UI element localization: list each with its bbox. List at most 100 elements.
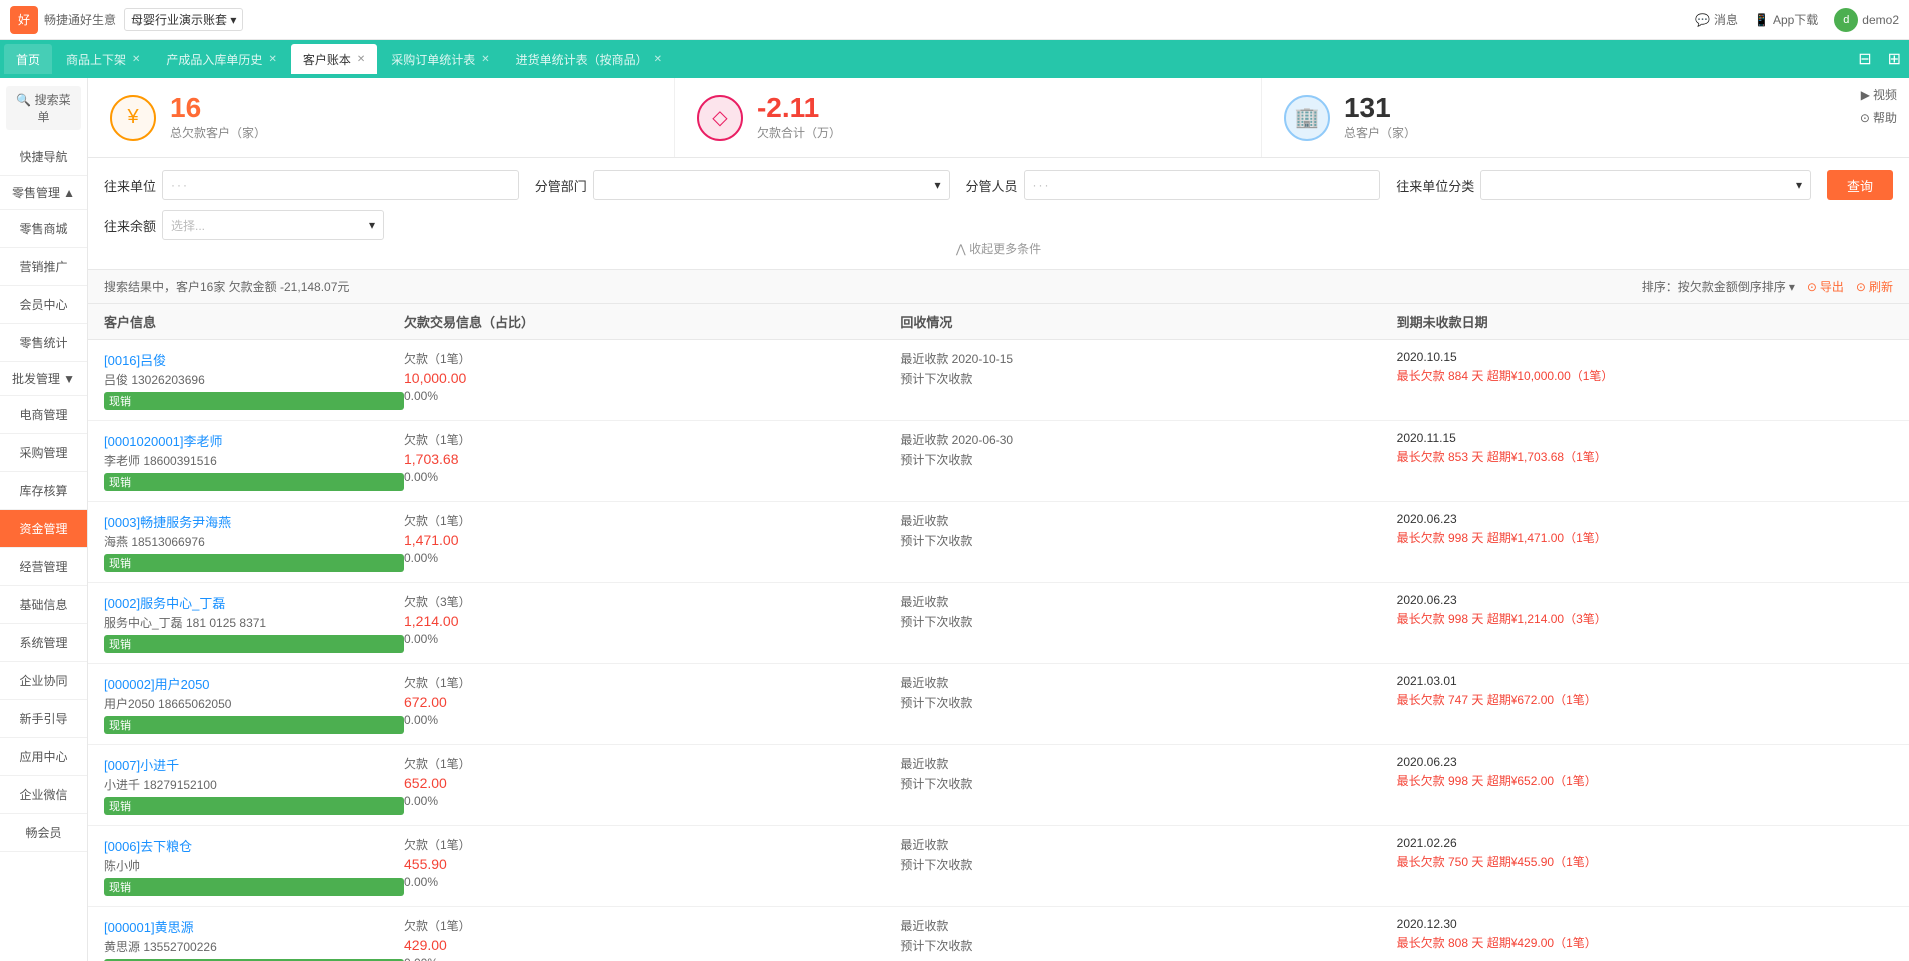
tab-product[interactable]: 商品上下架 ✕ [54,44,152,74]
filter-category-select[interactable]: ▾ [1480,170,1811,200]
filter-dept-label: 分管部门 [535,176,587,195]
sidebar-item-guide[interactable]: 新手引导 [0,700,87,738]
customer-name-7[interactable]: [000001]黄思源 [104,917,404,936]
sort-btn[interactable]: 排序：按欠款金额倒序排序 ▾ [1642,278,1795,295]
collapse-row: ⋀ 收起更多条件 [104,240,1893,257]
logo-area: 好 畅捷通好生意 [10,6,116,34]
message-btn[interactable]: 💬 消息 [1695,11,1738,28]
sidebar-item-marketing[interactable]: 营销推广 [0,248,87,286]
collapse-btn[interactable]: ⋀ 收起更多条件 [956,240,1041,257]
col-header-due: 到期未收款日期 [1397,312,1893,331]
sort-icon: ▾ [1789,280,1795,294]
overdue-link-7[interactable]: 超期¥429.00（1笔） [1487,936,1597,950]
refresh-btn[interactable]: ⊙ 刷新 [1856,278,1893,295]
sidebar-item-purchase[interactable]: 采购管理 [0,434,87,472]
overdue-link-4[interactable]: 超期¥672.00（1笔） [1487,693,1597,707]
overdue-link-5[interactable]: 超期¥652.00（1笔） [1487,774,1597,788]
sidebar-item-wholesale-mgmt[interactable]: 批发管理 ▼ [0,362,87,396]
sidebar: 🔍 搜索菜单 快捷导航 零售管理 ▲ 零售商城 营销推广 会员中心 零售统计 批… [0,78,88,961]
customer-info-4: [000002]用户2050 用户2050 18665062050 现销 [104,674,404,734]
dropdown-icon-2: ▾ [1796,178,1802,192]
filter-unit-label: 往来单位 [104,176,156,195]
tab-home[interactable]: 首页 [4,44,52,74]
filter-person-input[interactable]: ··· [1024,170,1381,200]
customer-tag-5: 现销 [104,797,404,815]
customer-name-3[interactable]: [0002]服务中心_丁磊 [104,593,404,612]
sidebar-item-retail-mall[interactable]: 零售商城 [0,210,87,248]
filter-balance-select[interactable]: 选择... ▾ [162,210,384,240]
overdue-link-6[interactable]: 超期¥455.90（1笔） [1487,855,1597,869]
filter-field-category: 往来单位分类 ▾ [1396,170,1811,200]
overdue-link-2[interactable]: 超期¥1,471.00（1笔） [1487,531,1607,545]
sidebar-item-wechat[interactable]: 企业微信 [0,776,87,814]
user-profile[interactable]: d demo2 [1834,8,1899,32]
close-tab-incoming[interactable]: ✕ [654,54,662,65]
filter-field-dept: 分管部门 ▾ [535,170,950,200]
filter-dept-select[interactable]: ▾ [593,170,950,200]
customer-name-1[interactable]: [0001020001]李老师 [104,431,404,450]
content-area: ¥ 16 总欠款客户（家） ◇ -2.11 欠款合计（万） 🏢 [88,78,1909,961]
stat-text-total-customers: 131 总客户（家） [1344,94,1416,141]
close-tab-product[interactable]: ✕ [132,54,140,65]
total-customers-number: 131 [1344,94,1416,122]
phone-icon: 📱 [1754,13,1769,27]
filter-field-balance: 往来余额 选择... ▾ [104,210,384,240]
customer-phone-5: 小进千 18279152100 [104,776,404,793]
due-info-0: 2020.10.15 最长欠款 884 天 超期¥10,000.00（1笔） [1397,350,1893,384]
sidebar-item-finance[interactable]: 资金管理 [0,510,87,548]
top-bar: 好 畅捷通好生意 母婴行业演示账套 ▾ 💬 消息 📱 App下载 d demo2 [0,0,1909,40]
stat-item-debt-total: ◇ -2.11 欠款合计（万） [675,78,1262,157]
overdue-link-0[interactable]: 超期¥10,000.00（1笔） [1487,369,1614,383]
filter-person-label: 分管人员 [966,176,1018,195]
nav-maximize-btn[interactable]: ⊞ [1884,45,1905,73]
table-row: [0016]吕俊 吕俊 13026203696 现销 欠款（1笔） 10,000… [88,340,1909,421]
sidebar-item-inventory[interactable]: 库存核算 [0,472,87,510]
close-tab-warehouse[interactable]: ✕ [268,54,276,65]
customer-name-6[interactable]: [0006]去下粮仓 [104,836,404,855]
sidebar-item-quick-nav[interactable]: 快捷导航 [0,138,87,176]
view-video-btn[interactable]: ▶ 视频 [1861,86,1897,103]
debt-info-0: 欠款（1笔） 10,000.00 0.00% [404,350,900,403]
debt-info-3: 欠款（3笔） 1,214.00 0.00% [404,593,900,646]
nav-tabs: 首页 商品上下架 ✕ 产成品入库单历史 ✕ 客户账本 ✕ 采购订单统计表 ✕ 进… [0,40,1909,78]
debt-info-1: 欠款（1笔） 1,703.68 0.00% [404,431,900,484]
close-tab-purchase[interactable]: ✕ [481,54,489,65]
sidebar-item-vip[interactable]: 畅会员 [0,814,87,852]
debt-info-7: 欠款（1笔） 429.00 0.00% [404,917,900,961]
total-customers-label: 总客户（家） [1344,124,1416,141]
overdue-link-1[interactable]: 超期¥1,703.68（1笔） [1487,450,1607,464]
customer-phone-0: 吕俊 13026203696 [104,371,404,388]
sidebar-item-system[interactable]: 系统管理 [0,624,87,662]
due-info-6: 2021.02.26 最长欠款 750 天 超期¥455.90（1笔） [1397,836,1893,870]
customer-phone-4: 用户2050 18665062050 [104,695,404,712]
sidebar-item-appstore[interactable]: 应用中心 [0,738,87,776]
sidebar-item-basic-info[interactable]: 基础信息 [0,586,87,624]
industry-selector[interactable]: 母婴行业演示账套 ▾ [124,8,243,31]
sidebar-item-member[interactable]: 会员中心 [0,286,87,324]
sidebar-item-collab[interactable]: 企业协同 [0,662,87,700]
tab-incoming[interactable]: 进货单统计表（按商品） ✕ [504,44,674,74]
close-tab-customer[interactable]: ✕ [357,54,365,65]
sidebar-item-ecommerce[interactable]: 电商管理 [0,396,87,434]
export-btn[interactable]: ⊙ 导出 [1807,278,1844,295]
app-download-btn[interactable]: 📱 App下载 [1754,11,1818,28]
customer-name-2[interactable]: [0003]畅捷服务尹海燕 [104,512,404,531]
search-menu-btn[interactable]: 🔍 搜索菜单 [6,86,81,130]
customer-name-0[interactable]: [0016]吕俊 [104,350,404,369]
customer-phone-7: 黄思源 13552700226 [104,938,404,955]
tab-warehouse[interactable]: 产成品入库单历史 ✕ [154,44,288,74]
tab-purchase[interactable]: 采购订单统计表 ✕ [379,44,501,74]
nav-minimize-btn[interactable]: ⊟ [1854,45,1875,73]
customer-name-4[interactable]: [000002]用户2050 [104,674,404,693]
help-btn[interactable]: ⊙ 帮助 [1860,109,1897,126]
debt-customers-label: 总欠款客户（家） [170,124,266,141]
sidebar-item-retail-mgmt[interactable]: 零售管理 ▲ [0,176,87,210]
recovery-info-4: 最近收款 预计下次收款 [900,674,1396,711]
filter-unit-input[interactable]: ··· [162,170,519,200]
sidebar-item-retail-stats[interactable]: 零售统计 [0,324,87,362]
tab-customer[interactable]: 客户账本 ✕ [291,44,377,74]
sidebar-item-operation[interactable]: 经营管理 [0,548,87,586]
search-button[interactable]: 查询 [1827,170,1893,200]
customer-name-5[interactable]: [0007]小进千 [104,755,404,774]
overdue-link-3[interactable]: 超期¥1,214.00（3笔） [1487,612,1607,626]
